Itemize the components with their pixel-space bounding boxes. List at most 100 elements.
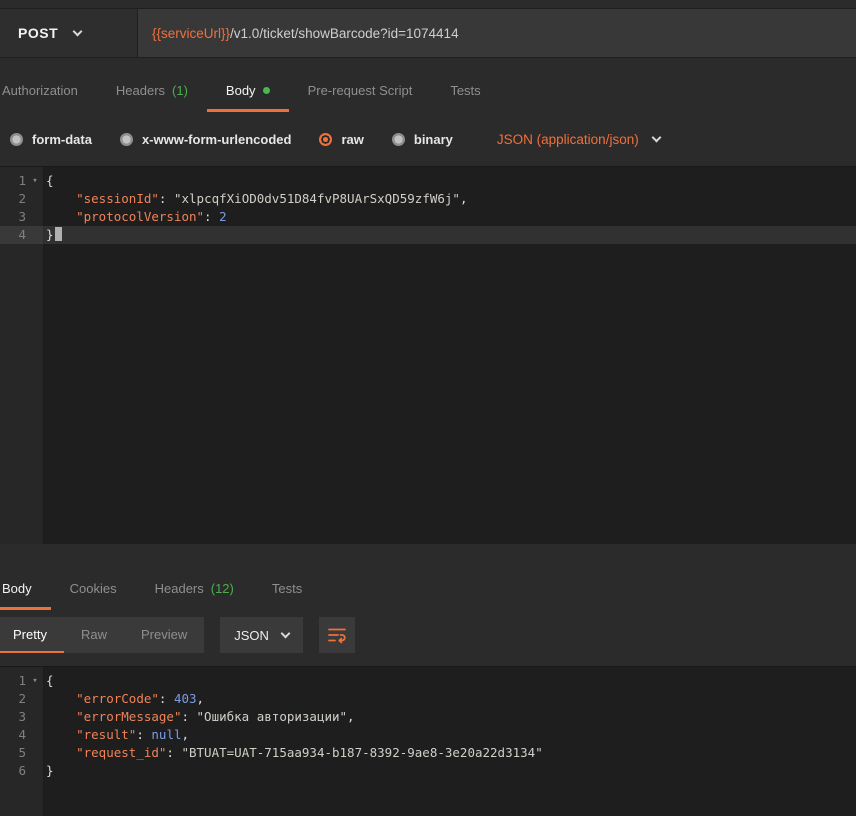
unsaved-changes-dot-icon [262,87,270,94]
fold-caret-icon[interactable]: ▾ [26,172,44,190]
code-token: } [46,763,54,778]
response-body-editor[interactable]: 1 ▾{2 "errorCode": 403, 3 "errorMessage": … [0,666,856,816]
tab-authorization[interactable]: Authorization [0,72,97,112]
postman-window: POST {{serviceUrl}}/v1.0/ticket/showBarc… [0,0,856,816]
radio-icon [119,132,133,146]
code-token: : [136,727,152,742]
tab-label: Authorization [2,83,78,98]
request-tabs: Authorization Headers (1) Body Pre-reque… [0,72,856,112]
tab-body[interactable]: Body [206,72,289,112]
code-token: } [46,227,54,242]
content-type-dropdown[interactable]: JSON (application/json) [496,131,662,147]
radio-icon [10,132,23,146]
response-toolbar: Pretty Raw Preview JSON [0,612,856,658]
radio-raw[interactable]: raw [319,131,364,147]
line-number: 1 [18,173,26,188]
line-number: 4 [18,727,26,742]
code-text: } [44,762,54,780]
fold-gutter [26,726,44,744]
radio-label: x-www-form-urlencoded [141,131,292,147]
response-format-dropdown[interactable]: JSON [220,617,303,653]
tab-headers[interactable]: Headers (1) [97,72,207,112]
code-line[interactable]: 1 ▾{ [0,172,856,190]
fold-gutter [26,762,44,780]
tab-pre-request-script[interactable]: Pre-request Script [289,72,432,112]
tab-label: Cookies [69,581,117,596]
line-number: 2 [18,691,26,706]
code-line[interactable]: 3 "errorMessage": "Ошибка авторизации", [0,708,856,726]
code-token: : [204,209,220,224]
code-token: "errorMessage" [76,709,182,724]
code-line[interactable]: 2 "sessionId": "xlpcqfXiOD0dv51D84fvP8UA… [0,190,856,208]
tab-cookies[interactable]: Cookies [51,570,136,610]
code-line[interactable]: 6} [0,762,856,780]
code-token: "BTUAT=UAT-715aa934-b187-8392-9ae8-3e20a… [181,745,543,760]
code-line[interactable]: 5 "request_id": "BTUAT=UAT-715aa934-b187… [0,744,856,762]
radio-binary[interactable]: binary [391,132,453,147]
view-label: Raw [80,626,107,642]
radio-icon [391,132,405,146]
code-line[interactable]: 3 "protocolVersion": 2 [0,208,856,226]
code-token: , [459,191,468,206]
url-variable: {{serviceUrl}} [152,25,231,41]
radio-x-www-form-urlencoded[interactable]: x-www-form-urlencoded [119,131,292,147]
code-token: : [181,709,197,724]
request-body-editor[interactable]: 1 ▾{2 "sessionId": "xlpcqfXiOD0dv51D84fvP… [0,166,856,544]
url-input[interactable]: {{serviceUrl}}/v1.0/ticket/showBarcode?i… [138,9,856,57]
tab-tests[interactable]: Tests [431,72,499,112]
code-token: { [46,173,54,188]
code-text: { [44,672,54,690]
view-raw[interactable]: Raw [64,617,124,653]
tab-label: Headers [154,581,204,596]
tab-response-body[interactable]: Body [0,570,51,610]
code-line[interactable]: 1 ▾{ [0,672,856,690]
wrap-lines-button[interactable] [318,617,355,653]
line-number: 5 [18,745,26,760]
code-line[interactable]: 4 "result": null, [0,726,856,744]
fold-caret-icon[interactable]: ▾ [26,672,44,690]
code-text: "result": null, [44,726,189,744]
request-url-bar: POST {{serviceUrl}}/v1.0/ticket/showBarc… [0,8,856,58]
code-text: "protocolVersion": 2 [44,208,227,226]
view-pretty[interactable]: Pretty [0,617,64,653]
code-token: "result" [76,727,137,742]
code-line[interactable]: 4} [0,226,856,244]
content-type-label: JSON (application/json) [496,131,639,147]
tab-count: (12) [210,581,234,596]
method-selector[interactable]: POST [0,9,138,57]
method-label: POST [18,25,59,41]
code-token: : [166,745,182,760]
line-number: 3 [18,709,26,724]
code-token: , [196,691,205,706]
code-text: { [44,172,54,190]
line-number: 4 [18,227,26,242]
view-preview[interactable]: Preview [124,617,204,653]
tab-label: Body [225,83,256,98]
code-token: "Ошибка авторизации" [196,709,348,724]
radio-label: form-data [32,131,92,147]
radio-label: raw [341,131,364,147]
section-divider [0,544,856,570]
text-cursor [54,227,62,241]
chevron-down-icon [72,26,83,36]
chevron-down-icon [651,132,662,142]
view-label: Pretty [13,626,47,642]
radio-form-data[interactable]: form-data [10,132,92,147]
tab-label: Tests [450,83,481,98]
code-line[interactable]: 2 "errorCode": 403, [0,690,856,708]
code-token: : [158,191,174,206]
format-label: JSON [234,627,269,643]
response-view-switcher: Pretty Raw Preview [0,617,205,653]
code-token: : [158,691,174,706]
view-label: Preview [140,626,188,642]
line-number: 3 [18,209,26,224]
code-token: "errorCode" [76,691,159,706]
fold-gutter [26,744,44,762]
tab-response-tests[interactable]: Tests [253,570,321,610]
line-number: 6 [18,763,26,778]
code-token: null [151,727,182,742]
fold-gutter [26,226,44,244]
tab-response-headers[interactable]: Headers (12) [136,570,253,610]
